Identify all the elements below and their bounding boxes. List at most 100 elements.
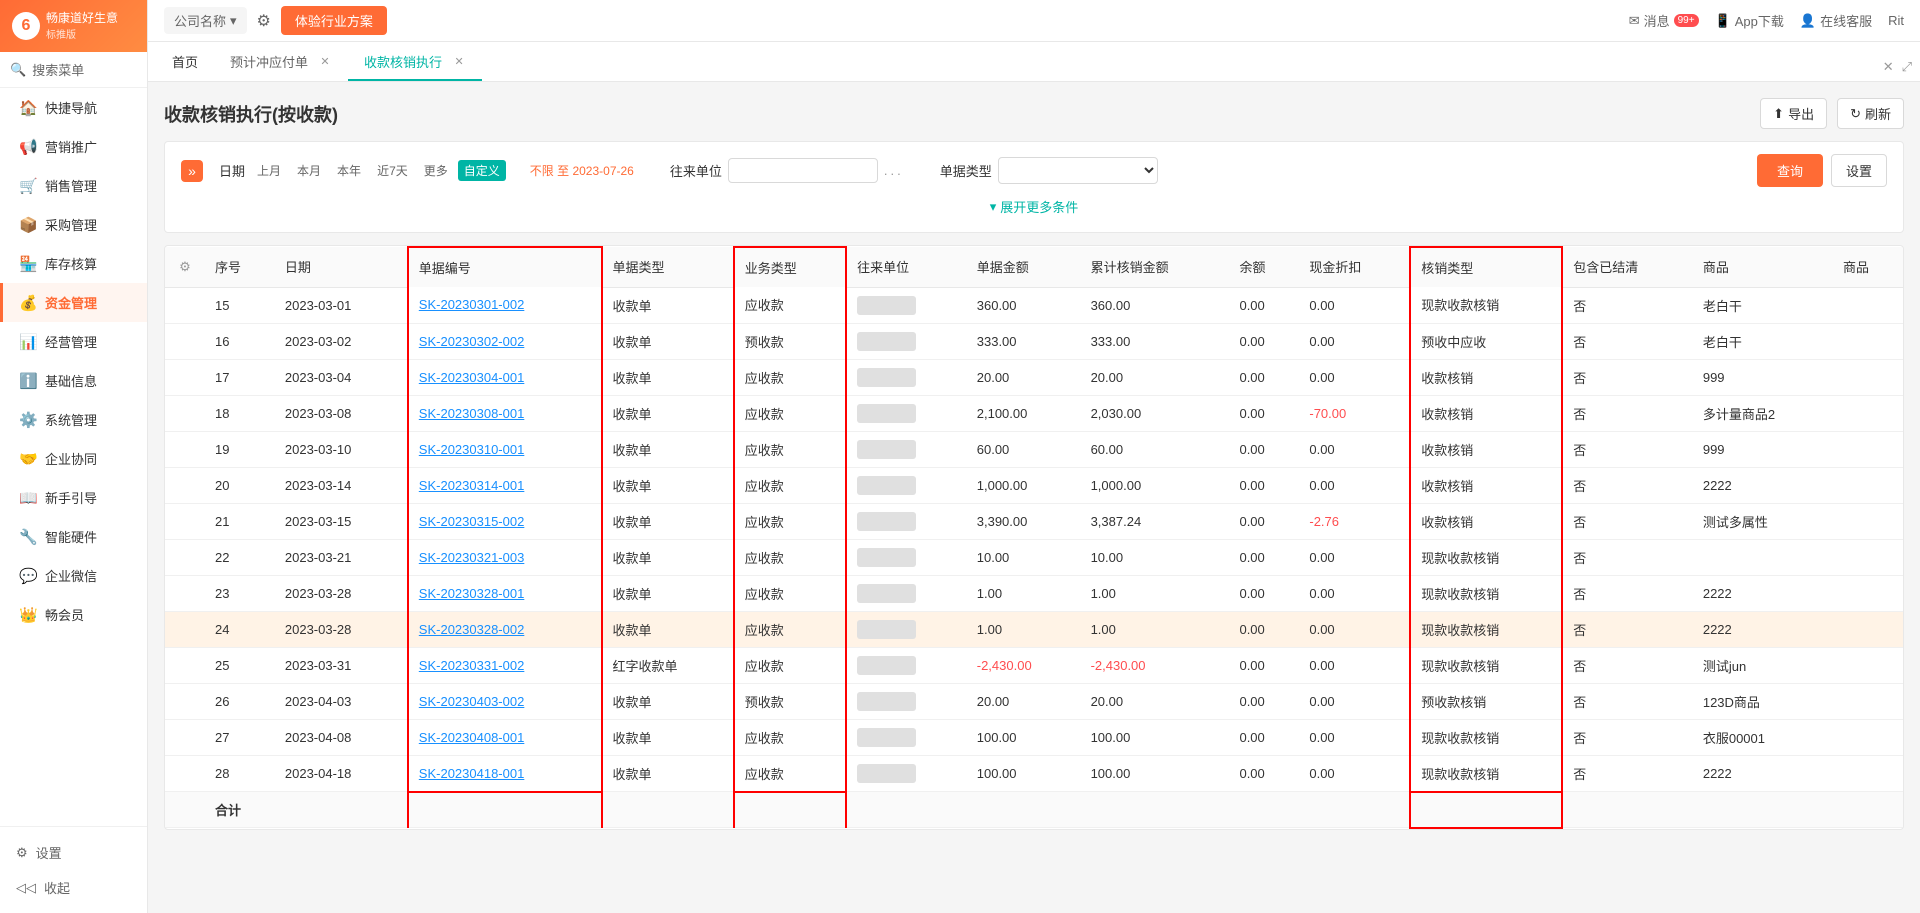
table-row[interactable]: 26 2023-04-03 SK-20230403-002 收款单 预收款 ██…	[165, 683, 1903, 719]
table-row[interactable]: 23 2023-03-28 SK-20230328-001 收款单 应收款 ██…	[165, 575, 1903, 611]
tab-prepay[interactable]: 预计冲应付单 ✕	[214, 44, 348, 81]
table-row[interactable]: 27 2023-04-08 SK-20230408-001 收款单 应收款 ██…	[165, 719, 1903, 755]
sidebar-item-basic[interactable]: ℹ️ 基础信息	[0, 361, 147, 400]
tab-prepay-close[interactable]: ✕	[318, 55, 332, 69]
table-row[interactable]: 25 2023-03-31 SK-20230331-002 红字收款单 应收款 …	[165, 647, 1903, 683]
cell-select[interactable]	[165, 287, 205, 323]
cell-select[interactable]	[165, 647, 205, 683]
date-btn-more[interactable]: 更多	[418, 160, 454, 181]
expand-more-button[interactable]: ▾ 展开更多条件	[181, 193, 1887, 220]
cell-select[interactable]	[165, 467, 205, 503]
sidebar-item-quick-nav[interactable]: 🏠 快捷导航	[0, 88, 147, 127]
tab-home[interactable]: 首页	[156, 44, 214, 81]
sidebar-item-finance[interactable]: 💰 资金管理	[0, 283, 147, 322]
cell-writeoff: 1.00	[1081, 575, 1230, 611]
table-container[interactable]: ⚙ 序号 日期 单据编号 单据类型 业务类型 往来单位	[164, 245, 1904, 830]
sidebar-item-sales[interactable]: 🛒 销售管理	[0, 166, 147, 205]
date-btn-custom[interactable]: 自定义	[458, 160, 506, 181]
sidebar-item-operation[interactable]: 📊 经营管理	[0, 322, 147, 361]
bill-type-select[interactable]	[998, 157, 1158, 184]
cell-select[interactable]	[165, 323, 205, 359]
cell-writeoff: 10.00	[1081, 539, 1230, 575]
settings-button[interactable]: 设置	[1831, 154, 1887, 187]
cell-balance: 0.00	[1229, 647, 1299, 683]
cell-product: 999	[1693, 359, 1833, 395]
cell-select[interactable]	[165, 503, 205, 539]
cell-select[interactable]	[165, 395, 205, 431]
table-row[interactable]: 17 2023-03-04 SK-20230304-001 收款单 应收款 ██…	[165, 359, 1903, 395]
partner-dots[interactable]: ...	[884, 163, 904, 178]
table-row[interactable]: 20 2023-03-14 SK-20230314-001 收款单 应收款 ██…	[165, 467, 1903, 503]
cell-select[interactable]	[165, 719, 205, 755]
bill-no-link[interactable]: SK-20230328-001	[419, 586, 525, 601]
tab-maximize-icon[interactable]: ⤢	[1902, 59, 1912, 75]
sidebar-item-guide[interactable]: 📖 新手引导	[0, 478, 147, 517]
bill-no-link[interactable]: SK-20230310-001	[419, 442, 525, 457]
cell-select[interactable]	[165, 539, 205, 575]
tab-collect[interactable]: 收款核销执行 ✕	[348, 44, 482, 81]
refresh-button[interactable]: ↻ 刷新	[1837, 98, 1904, 129]
table-row[interactable]: 24 2023-03-28 SK-20230328-002 收款单 应收款 ██…	[165, 611, 1903, 647]
table-row[interactable]: 16 2023-03-02 SK-20230302-002 收款单 预收款 ██…	[165, 323, 1903, 359]
online-service-button[interactable]: 👤 在线客服	[1800, 11, 1872, 30]
table-row[interactable]: 22 2023-03-21 SK-20230321-003 收款单 应收款 ██…	[165, 539, 1903, 575]
table-row[interactable]: 28 2023-04-18 SK-20230418-001 收款单 应收款 ██…	[165, 755, 1903, 792]
cell-select[interactable]	[165, 359, 205, 395]
partner-input[interactable]	[728, 158, 878, 183]
cell-select[interactable]	[165, 755, 205, 792]
search-menu[interactable]: 🔍 搜索菜单	[0, 52, 147, 88]
bill-no-link[interactable]: SK-20230408-001	[419, 730, 525, 745]
sidebar-item-marketing[interactable]: 📢 营销推广	[0, 127, 147, 166]
bill-no-link[interactable]: SK-20230302-002	[419, 334, 525, 349]
sidebar-item-wechat[interactable]: 💬 企业微信	[0, 556, 147, 595]
bill-no-link[interactable]: SK-20230403-002	[419, 694, 525, 709]
company-selector[interactable]: 公司名称 ▾	[164, 7, 247, 34]
tab-collect-close[interactable]: ✕	[452, 55, 466, 69]
cell-select[interactable]	[165, 683, 205, 719]
bill-no-link[interactable]: SK-20230331-002	[419, 658, 525, 673]
sidebar-item-inventory[interactable]: 🏪 库存核算	[0, 244, 147, 283]
tab-close-all-icon[interactable]: ✕	[1883, 59, 1894, 75]
bill-no-link[interactable]: SK-20230418-001	[419, 766, 525, 781]
sidebar-item-hardware[interactable]: 🔧 智能硬件	[0, 517, 147, 556]
table-row[interactable]: 19 2023-03-10 SK-20230310-001 收款单 应收款 ██…	[165, 431, 1903, 467]
sidebar-item-system[interactable]: ⚙️ 系统管理	[0, 400, 147, 439]
date-btn-last-month[interactable]: 上月	[251, 160, 287, 181]
export-button[interactable]: ⬆ 导出	[1760, 98, 1827, 129]
date-btn-this-year[interactable]: 本年	[331, 160, 367, 181]
filter-expand-button[interactable]: »	[181, 160, 203, 182]
gear-icon[interactable]: ⚙	[257, 11, 271, 31]
total-label: 合计	[205, 792, 408, 828]
page-actions: ⬆ 导出 ↻ 刷新	[1760, 98, 1904, 129]
query-button[interactable]: 查询	[1757, 154, 1823, 187]
bill-no-link[interactable]: SK-20230301-002	[419, 297, 525, 312]
cell-select[interactable]	[165, 575, 205, 611]
bill-no-link[interactable]: SK-20230304-001	[419, 370, 525, 385]
cell-amount: 10.00	[967, 539, 1081, 575]
sidebar-settings[interactable]: ⚙ 设置	[0, 835, 147, 870]
app-download-button[interactable]: 📱 App下载	[1715, 11, 1784, 30]
cell-includesettled: 否	[1562, 683, 1693, 719]
bill-no-link[interactable]: SK-20230308-001	[419, 406, 525, 421]
bill-no-link[interactable]: SK-20230321-003	[419, 550, 525, 565]
bill-no-link[interactable]: SK-20230314-001	[419, 478, 525, 493]
table-row[interactable]: 21 2023-03-15 SK-20230315-002 收款单 应收款 ██…	[165, 503, 1903, 539]
sidebar-item-corp[interactable]: 🤝 企业协同	[0, 439, 147, 478]
solution-button[interactable]: 体验行业方案	[281, 6, 387, 35]
table-row[interactable]: 15 2023-03-01 SK-20230301-002 收款单 应收款 ██…	[165, 287, 1903, 323]
bill-no-link[interactable]: SK-20230328-002	[419, 622, 525, 637]
cell-select[interactable]	[165, 611, 205, 647]
date-btn-this-month[interactable]: 本月	[291, 160, 327, 181]
sidebar-collapse[interactable]: ◁◁ 收起	[0, 870, 147, 905]
messages-button[interactable]: ✉ 消息 99+	[1629, 11, 1699, 30]
cell-balance: 0.00	[1229, 323, 1299, 359]
sidebar-item-member[interactable]: 👑 畅会员	[0, 595, 147, 634]
cell-select[interactable]	[165, 431, 205, 467]
table-row[interactable]: 18 2023-03-08 SK-20230308-001 收款单 应收款 ██…	[165, 395, 1903, 431]
bill-no-link[interactable]: SK-20230315-002	[419, 514, 525, 529]
cell-partner: ██	[846, 467, 967, 503]
sidebar-item-purchase[interactable]: 📦 采购管理	[0, 205, 147, 244]
cell-partner: ██	[846, 503, 967, 539]
date-btn-7days[interactable]: 近7天	[371, 160, 414, 181]
col-gear-header[interactable]: ⚙	[165, 247, 205, 287]
